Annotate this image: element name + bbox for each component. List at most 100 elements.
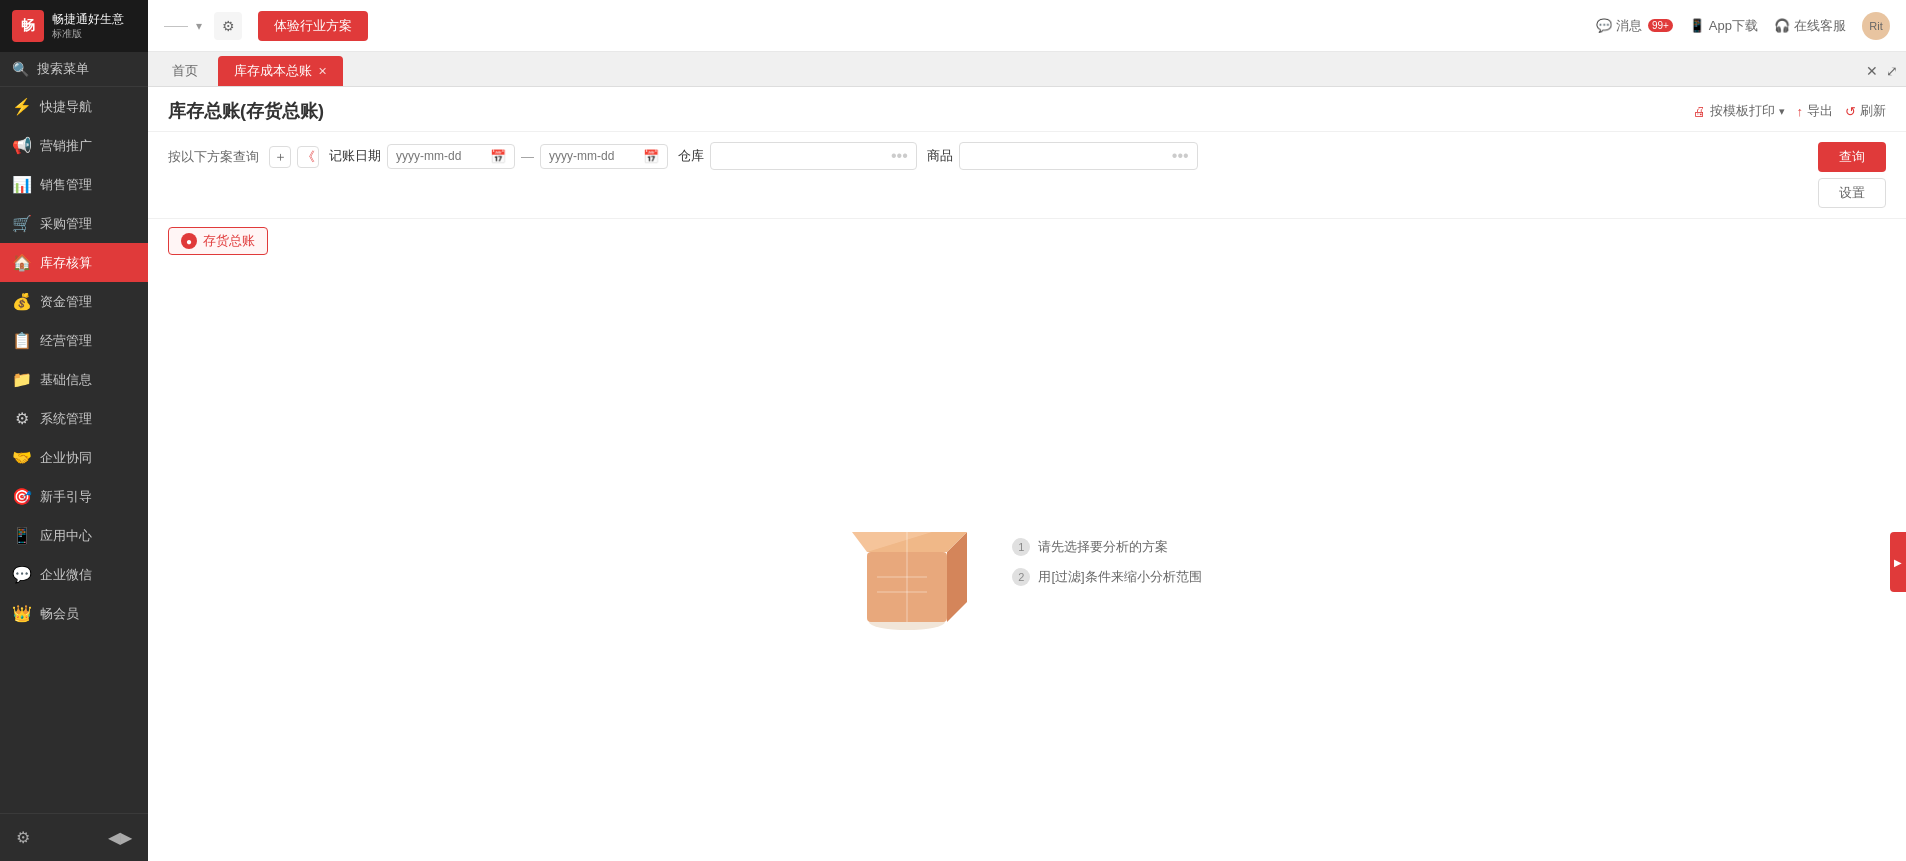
funds-icon: 💰 (12, 292, 32, 311)
collapse-sidebar-btn[interactable]: ◀▶ (104, 824, 136, 851)
logo-icon: 畅 (12, 10, 44, 42)
goods-label: 商品 (927, 147, 953, 165)
scheme-icon: ● (181, 233, 197, 249)
date-start-input[interactable] (396, 149, 486, 163)
empty-tip-1: 1 请先选择要分析的方案 (1012, 538, 1201, 556)
enterprise-icon: 🤝 (12, 448, 32, 467)
page-header: 库存总账(存货总账) 🖨 按模板打印 ▾ ↑ 导出 ↺ 刷新 (148, 87, 1906, 132)
sidebar-item-shortcut[interactable]: ⚡ 快捷导航 (0, 87, 148, 126)
tip1-num: 1 (1012, 538, 1030, 556)
tab-inventory-ledger[interactable]: 库存成本总账 ✕ (218, 56, 343, 86)
sidebar-item-operations[interactable]: 📋 经营管理 (0, 321, 148, 360)
topbar-right: 💬 消息 99+ 📱 App下载 🎧 在线客服 Rit (1596, 12, 1890, 40)
online-service-btn[interactable]: 🎧 在线客服 (1774, 17, 1846, 35)
topbar: —— ▾ ⚙ 体验行业方案 💬 消息 99+ 📱 App下载 🎧 在线客服 Ri… (148, 0, 1906, 52)
print-chevron-icon[interactable]: ▾ (1779, 105, 1785, 118)
settings-btn[interactable]: 设置 (1818, 178, 1886, 208)
tab-close-panel-icon[interactable]: ✕ (1866, 63, 1878, 79)
scheme-item-inventory[interactable]: ● 存货总账 (168, 227, 268, 255)
inventory-icon: 🏠 (12, 253, 32, 272)
purchase-icon: 🛒 (12, 214, 32, 233)
panel-toggle-icon: ▶ (1894, 557, 1902, 568)
sidebar-item-purchase[interactable]: 🛒 采购管理 (0, 204, 148, 243)
sidebar-item-system[interactable]: ⚙ 系统管理 (0, 399, 148, 438)
scheme-selector: ● 存货总账 (148, 219, 1906, 263)
tab-home[interactable]: 首页 (156, 56, 214, 86)
sidebar-item-marketing[interactable]: 📢 营销推广 (0, 126, 148, 165)
calendar-start-icon[interactable]: 📅 (490, 149, 506, 164)
goods-input-wrap: ••• (959, 142, 1198, 170)
export-btn[interactable]: ↑ 导出 (1797, 102, 1834, 120)
date-label: 记账日期 (329, 147, 381, 165)
wechat-icon: 💬 (12, 565, 32, 584)
sidebar-item-funds[interactable]: 💰 资金管理 (0, 282, 148, 321)
topbar-settings-icon[interactable]: ⚙ (214, 12, 242, 40)
breadcrumb-text: —— (164, 19, 188, 33)
filter-goods-field: 商品 ••• (927, 142, 1198, 170)
topbar-chevron-icon[interactable]: ▾ (196, 19, 202, 33)
service-icon: 🎧 (1774, 18, 1790, 33)
search-menu[interactable]: 🔍 搜索菜单 (0, 52, 148, 87)
app-logo: 畅 畅捷通好生意 标准版 (0, 0, 148, 52)
breadcrumb: —— (164, 19, 188, 33)
marketing-icon: 📢 (12, 136, 32, 155)
filter-collapse-btn[interactable]: 《 (297, 146, 319, 168)
industry-btn[interactable]: 体验行业方案 (258, 11, 368, 41)
search-icon: 🔍 (12, 61, 29, 77)
query-btn[interactable]: 查询 (1818, 142, 1886, 172)
messages-btn[interactable]: 💬 消息 99+ (1596, 17, 1673, 35)
goods-more-icon[interactable]: ••• (1172, 147, 1189, 165)
filter-date-field: 记账日期 📅 — 📅 (329, 144, 668, 169)
empty-state: 1 请先选择要分析的方案 2 用[过滤]条件来缩小分析范围 (148, 263, 1906, 861)
sidebar-item-member[interactable]: 👑 畅会员 (0, 594, 148, 633)
app-icon: 📱 (1689, 18, 1705, 33)
calendar-end-icon[interactable]: 📅 (643, 149, 659, 164)
empty-tips: 1 请先选择要分析的方案 2 用[过滤]条件来缩小分析范围 (1012, 538, 1201, 586)
filter-actions: ＋ 《 (269, 142, 319, 168)
date-separator: — (521, 149, 534, 164)
sidebar-item-wechat[interactable]: 💬 企业微信 (0, 555, 148, 594)
system-icon: ⚙ (12, 409, 32, 428)
message-icon: 💬 (1596, 18, 1612, 33)
user-avatar[interactable]: Rit (1862, 12, 1890, 40)
filter-controls-right: 查询 设置 (1818, 142, 1886, 208)
filter-label: 按以下方案查询 (168, 142, 259, 166)
goods-input[interactable] (968, 149, 1168, 164)
empty-svg (852, 502, 972, 632)
empty-illustration (852, 502, 972, 622)
warehouse-input[interactable] (719, 149, 887, 164)
refresh-btn[interactable]: ↺ 刷新 (1845, 102, 1886, 120)
sidebar-item-sales[interactable]: 📊 销售管理 (0, 165, 148, 204)
warehouse-more-icon[interactable]: ••• (891, 147, 908, 165)
tabs-bar: 首页 库存成本总账 ✕ ✕ ⤢ (148, 52, 1906, 87)
sales-icon: 📊 (12, 175, 32, 194)
sidebar-item-inventory[interactable]: 🏠 库存核算 (0, 243, 148, 282)
app-download-btn[interactable]: 📱 App下载 (1689, 17, 1758, 35)
tab-expand-icon[interactable]: ⤢ (1886, 63, 1898, 79)
sidebar-item-newbie[interactable]: 🎯 新手引导 (0, 477, 148, 516)
date-end-input[interactable] (549, 149, 639, 163)
settings-footer-btn[interactable]: ⚙ (12, 824, 34, 851)
message-badge: 99+ (1648, 19, 1673, 32)
tip2-num: 2 (1012, 568, 1030, 586)
warehouse-input-wrap: ••• (710, 142, 917, 170)
refresh-icon: ↺ (1845, 104, 1856, 119)
sidebar: 畅 畅捷通好生意 标准版 🔍 搜索菜单 ⚡ 快捷导航 📢 营销推广 📊 销售管理… (0, 0, 148, 861)
warehouse-label: 仓库 (678, 147, 704, 165)
right-panel-toggle[interactable]: ▶ (1890, 532, 1906, 592)
newbie-icon: 🎯 (12, 487, 32, 506)
shortcut-icon: ⚡ (12, 97, 32, 116)
date-start-input-wrap: 📅 (387, 144, 515, 169)
sidebar-item-appstore[interactable]: 📱 应用中心 (0, 516, 148, 555)
page-content: 库存总账(存货总账) 🖨 按模板打印 ▾ ↑ 导出 ↺ 刷新 按以下方案查询 (148, 87, 1906, 861)
operations-icon: 📋 (12, 331, 32, 350)
filter-add-btn[interactable]: ＋ (269, 146, 291, 168)
filter-row: 记账日期 📅 — 📅 仓库 ••• (329, 142, 1808, 170)
tab-close-icon[interactable]: ✕ (318, 65, 327, 78)
sidebar-item-basic[interactable]: 📁 基础信息 (0, 360, 148, 399)
export-icon: ↑ (1797, 104, 1804, 119)
appstore-icon: 📱 (12, 526, 32, 545)
sidebar-item-enterprise[interactable]: 🤝 企业协同 (0, 438, 148, 477)
print-icon: 🖨 (1693, 104, 1706, 119)
print-btn[interactable]: 🖨 按模板打印 ▾ (1693, 102, 1785, 120)
